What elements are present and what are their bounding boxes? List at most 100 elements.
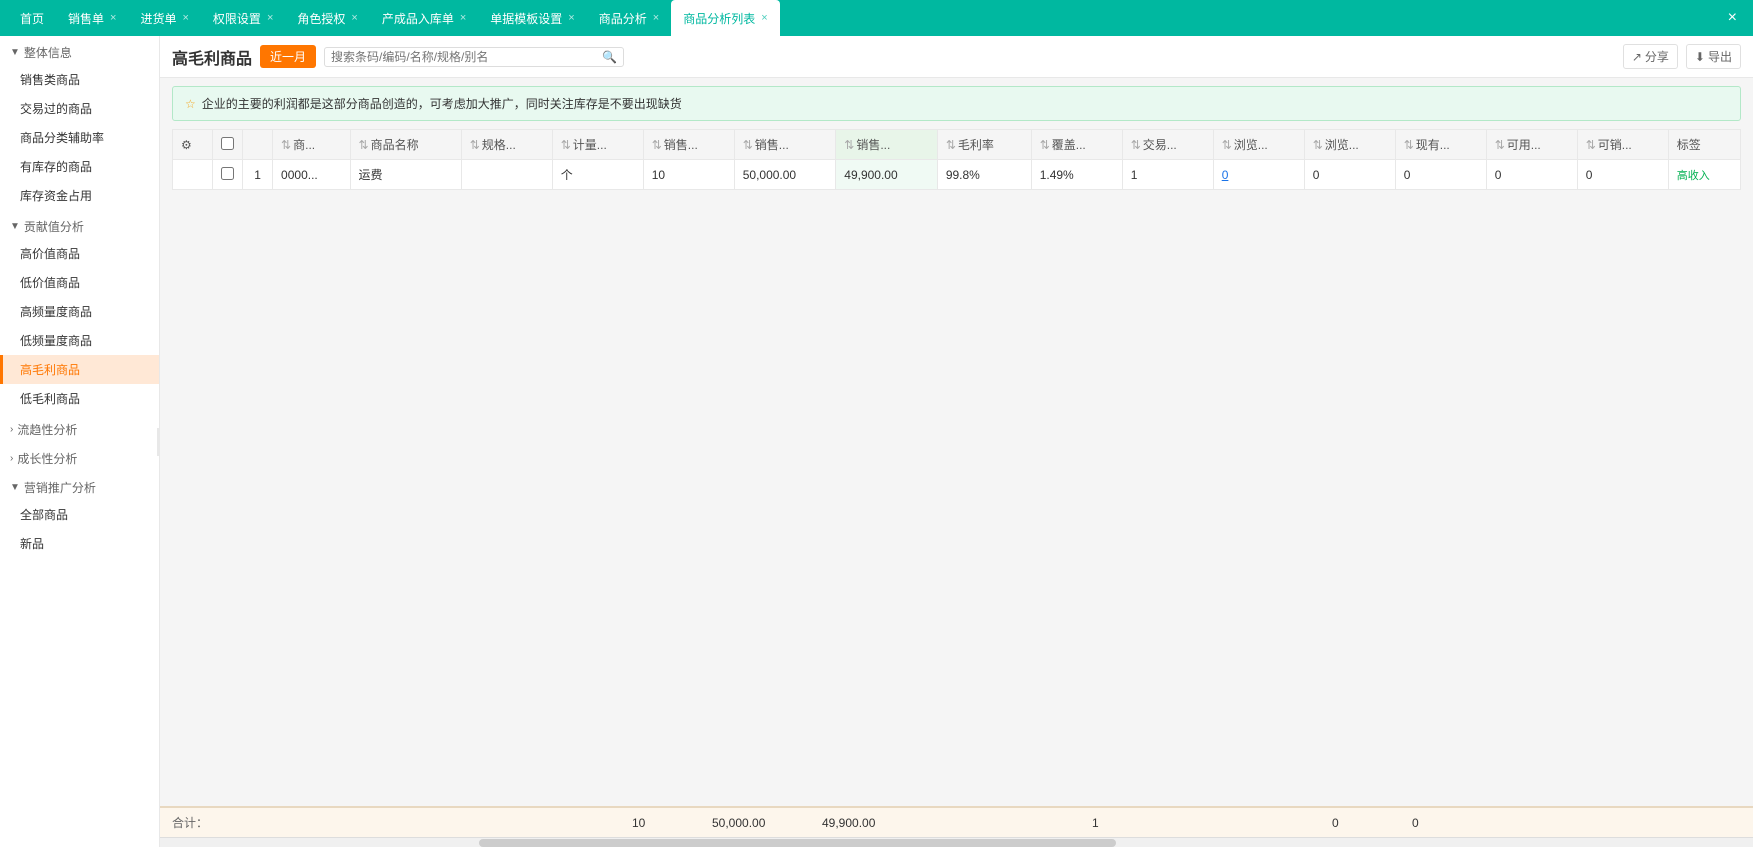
cell-browse2: 0 xyxy=(1304,160,1395,190)
nav-home[interactable]: 首页 xyxy=(8,0,56,36)
col-name[interactable]: ⇅ 商品名称 xyxy=(350,130,461,160)
close-window-button[interactable]: × xyxy=(1720,9,1745,27)
sort-icon-spec: ⇅ xyxy=(470,138,480,152)
footer-sales-amount: 50,000.00 xyxy=(712,816,802,830)
nav-sales-order[interactable]: 销售单 × xyxy=(56,0,128,36)
page-title: 高毛利商品 xyxy=(172,45,252,69)
close-tab-template-settings[interactable]: × xyxy=(568,12,574,24)
cell-num: 1 xyxy=(243,160,273,190)
col-spec[interactable]: ⇅ 规格... xyxy=(461,130,552,160)
col-checkbox[interactable] xyxy=(213,130,243,160)
share-button[interactable]: ↗ 分享 xyxy=(1623,44,1678,69)
col-settings[interactable]: ⚙ xyxy=(173,130,213,160)
top-nav: 首页 销售单 × 进货单 × 权限设置 × 角色授权 × 产成品入库单 × 单据… xyxy=(0,0,1753,36)
header-actions: ↗ 分享 ⬇ 导出 xyxy=(1623,44,1741,69)
search-input[interactable] xyxy=(331,50,602,64)
cell-spec xyxy=(461,160,552,190)
nav-role-permission[interactable]: 角色授权 × xyxy=(285,0,369,36)
col-unit[interactable]: ⇅ 计量... xyxy=(552,130,643,160)
sidebar-item-high-freq-goods[interactable]: 高频量度商品 xyxy=(0,297,159,326)
search-icon[interactable]: 🔍 xyxy=(602,50,617,64)
col-available-stock[interactable]: ⇅ 可用... xyxy=(1486,130,1577,160)
cell-name: 运费 xyxy=(350,160,461,190)
arrow-marketing-analysis: ▼ xyxy=(10,482,20,493)
nav-permission-settings[interactable]: 权限设置 × xyxy=(201,0,285,36)
close-tab-product-inbound[interactable]: × xyxy=(460,12,466,24)
table-row[interactable]: 1 0000... 运费 个 10 50,000.00 49,900.00 99… xyxy=(173,160,1741,190)
sidebar-section-trend-analysis[interactable]: › 流趋性分析 xyxy=(0,413,159,442)
sidebar-item-sales-goods[interactable]: 销售类商品 xyxy=(0,65,159,94)
col-tag[interactable]: 标签 xyxy=(1668,130,1740,160)
col-sales-cost[interactable]: ⇅ 销售... xyxy=(836,130,938,160)
row-checkbox[interactable] xyxy=(221,167,234,180)
sidebar-item-goods-split-assist[interactable]: 商品分类辅助率 xyxy=(0,123,159,152)
sidebar-section-asset-analysis[interactable]: ▼ 贡献值分析 xyxy=(0,210,159,239)
cell-unit: 个 xyxy=(552,160,643,190)
sort-icon-unit: ⇅ xyxy=(561,138,571,152)
close-tab-purchase-order[interactable]: × xyxy=(182,12,188,24)
sidebar-item-high-value-goods[interactable]: 高价值商品 xyxy=(0,239,159,268)
cell-sales-qty: 10 xyxy=(643,160,734,190)
sidebar-item-all-goods[interactable]: 全部商品 xyxy=(0,500,159,529)
sidebar-section-marketing-analysis[interactable]: ▼ 营销推广分析 xyxy=(0,471,159,500)
sidebar-section-growth-analysis[interactable]: › 成长性分析 xyxy=(0,442,159,471)
select-all-checkbox[interactable] xyxy=(221,137,234,150)
sidebar-item-new-goods[interactable]: 新品 xyxy=(0,529,159,558)
cell-browse1[interactable]: 0 xyxy=(1213,160,1304,190)
col-sales-amount[interactable]: ⇅ 销售... xyxy=(734,130,836,160)
sidebar-item-traded-goods[interactable]: 交易过的商品 xyxy=(0,94,159,123)
close-tab-permission-settings[interactable]: × xyxy=(267,12,273,24)
table-footer: 合计： 10 50,000.00 49,900.00 1 0 0 xyxy=(160,806,1753,837)
col-sales-qty[interactable]: ⇅ 销售... xyxy=(643,130,734,160)
footer-label: 合计： xyxy=(172,814,212,831)
cell-sales-cost: 49,900.00 xyxy=(836,160,938,190)
nav-template-settings[interactable]: 单据模板设置 × xyxy=(478,0,586,36)
sort-icon-transaction: ⇅ xyxy=(1131,138,1141,152)
sidebar-item-inventory-capital[interactable]: 库存资金占用 xyxy=(0,181,159,210)
col-browse1[interactable]: ⇅ 浏览... xyxy=(1213,130,1304,160)
export-button[interactable]: ⬇ 导出 xyxy=(1686,44,1741,69)
col-current-stock[interactable]: ⇅ 现有... xyxy=(1395,130,1486,160)
close-tab-product-analysis-list[interactable]: × xyxy=(761,12,767,24)
nav-purchase-order[interactable]: 进货单 × xyxy=(128,0,200,36)
sidebar-collapse-button[interactable]: « xyxy=(157,428,160,456)
cell-sellable-stock: 0 xyxy=(1577,160,1668,190)
close-tab-product-analysis[interactable]: × xyxy=(653,12,659,24)
sort-icon-current-stock: ⇅ xyxy=(1404,138,1414,152)
col-sellable-stock[interactable]: ⇅ 可销... xyxy=(1577,130,1668,160)
sidebar-item-stocked-goods[interactable]: 有库存的商品 xyxy=(0,152,159,181)
bottom-scrollbar[interactable] xyxy=(160,837,1753,847)
sort-icon-browse1: ⇅ xyxy=(1222,138,1232,152)
content-area: 高毛利商品 近一月 🔍 ↗ 分享 ⬇ 导出 ☆ 企业的主要的利润都是这部分商品创… xyxy=(160,36,1753,847)
sort-icon-sellable-stock: ⇅ xyxy=(1586,138,1596,152)
cell-checkbox[interactable] xyxy=(213,160,243,190)
col-code[interactable]: ⇅ 商... xyxy=(273,130,350,160)
table-wrapper[interactable]: ⚙ ⇅ 商... xyxy=(160,129,1753,806)
sidebar-item-low-value-goods[interactable]: 低价值商品 xyxy=(0,268,159,297)
col-transaction[interactable]: ⇅ 交易... xyxy=(1122,130,1213,160)
footer-transaction: 1 xyxy=(1092,816,1152,830)
footer-current-stock: 0 xyxy=(1332,816,1392,830)
col-coverage[interactable]: ⇅ 覆盖... xyxy=(1031,130,1122,160)
close-tab-sales-order[interactable]: × xyxy=(110,12,116,24)
sidebar-item-high-margin-goods[interactable]: 高毛利商品 xyxy=(0,355,159,384)
sidebar-item-low-margin-goods[interactable]: 低毛利商品 xyxy=(0,384,159,413)
filter-recent-month-button[interactable]: 近一月 xyxy=(260,45,316,68)
info-icon: ☆ xyxy=(185,97,196,111)
sidebar: « ▼ 整体信息 销售类商品 交易过的商品 商品分类辅助率 有库存的商品 库存资… xyxy=(0,36,160,847)
cell-margin-rate: 99.8% xyxy=(937,160,1031,190)
sidebar-item-low-freq-goods[interactable]: 低频量度商品 xyxy=(0,326,159,355)
nav-product-inbound[interactable]: 产成品入库单 × xyxy=(370,0,478,36)
col-margin-rate[interactable]: ⇅ 毛利率 xyxy=(937,130,1031,160)
sort-icon-sales-cost: ⇅ xyxy=(844,138,854,152)
col-num xyxy=(243,130,273,160)
scrollbar-thumb[interactable] xyxy=(479,839,1116,847)
sidebar-section-overall-info[interactable]: ▼ 整体信息 xyxy=(0,36,159,65)
cell-coverage: 1.49% xyxy=(1031,160,1122,190)
col-browse2[interactable]: ⇅ 浏览... xyxy=(1304,130,1395,160)
nav-product-analysis[interactable]: 商品分析 × xyxy=(587,0,671,36)
nav-product-analysis-list[interactable]: 商品分析列表 × xyxy=(671,0,779,36)
data-table: ⚙ ⇅ 商... xyxy=(172,129,1741,190)
cell-tag: 高收入 xyxy=(1668,160,1740,190)
close-tab-role-permission[interactable]: × xyxy=(351,12,357,24)
